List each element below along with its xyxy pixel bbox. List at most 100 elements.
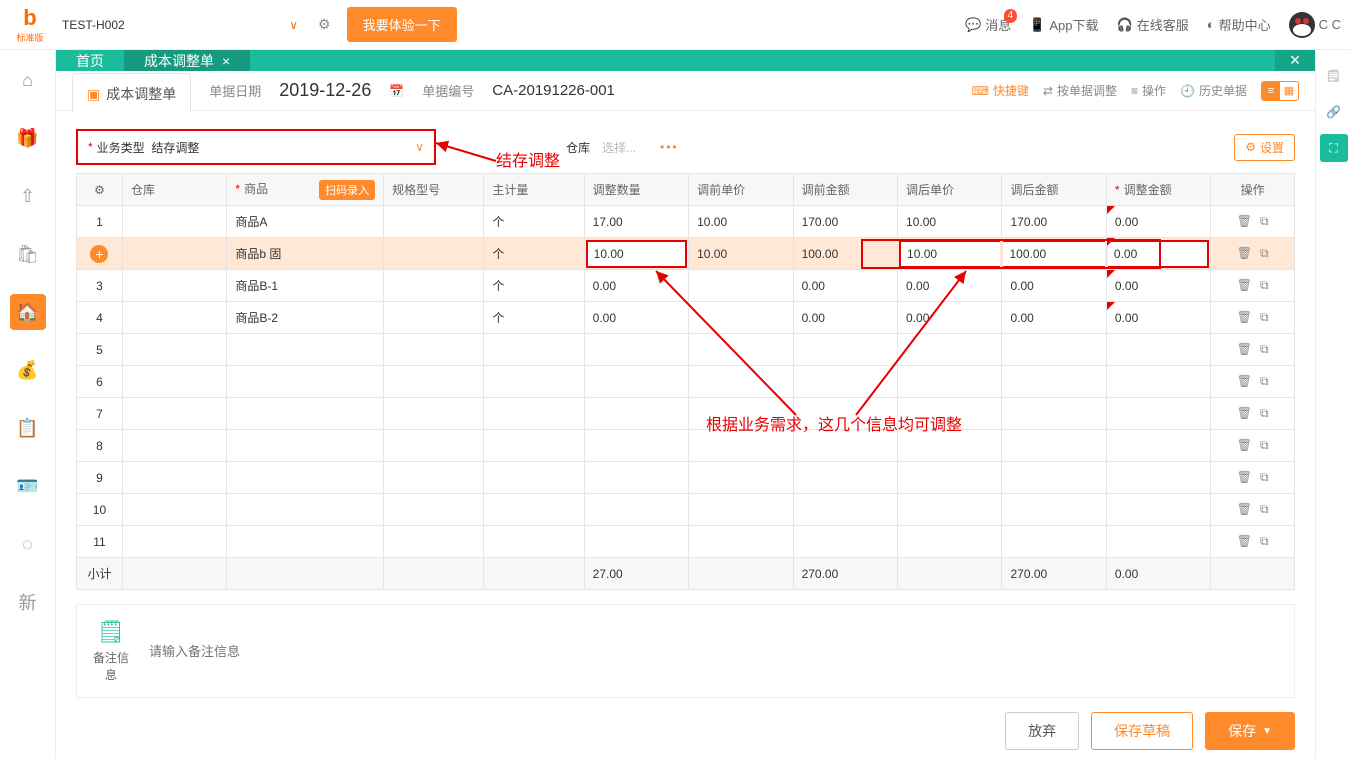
col-spec[interactable]: 规格型号: [384, 174, 484, 206]
col-pre-price[interactable]: 调前单价: [689, 174, 793, 206]
table-row[interactable]: 6🗑⧉: [77, 366, 1295, 398]
cell-qty[interactable]: 0.00: [584, 270, 688, 302]
delete-icon[interactable]: 🗑: [1237, 502, 1252, 517]
cell-pre-amount[interactable]: [793, 334, 897, 366]
cell-pre-amount[interactable]: 0.00: [793, 302, 897, 334]
right-link-icon[interactable]: 🔗: [1320, 98, 1348, 126]
cell-unit[interactable]: 个: [484, 302, 584, 334]
cell-spec[interactable]: [384, 206, 484, 238]
delete-icon[interactable]: 🗑: [1237, 342, 1252, 357]
cell-qty[interactable]: [584, 462, 688, 494]
copy-icon[interactable]: ⧉: [1260, 406, 1269, 421]
delete-icon[interactable]: 🗑: [1237, 214, 1252, 229]
delete-icon[interactable]: 🗑: [1237, 406, 1252, 421]
rail-clipboard-icon[interactable]: 📋: [10, 410, 46, 446]
discard-button[interactable]: 放弃: [1005, 712, 1079, 750]
table-row[interactable]: 10🗑⧉: [77, 494, 1295, 526]
cell-product[interactable]: [227, 366, 384, 398]
table-row[interactable]: 5🗑⧉: [77, 334, 1295, 366]
cell-pre-price[interactable]: [689, 334, 793, 366]
col-pre-amount[interactable]: 调前金额: [793, 174, 897, 206]
copy-icon[interactable]: ⧉: [1260, 502, 1269, 517]
copy-icon[interactable]: ⧉: [1260, 310, 1269, 325]
cell-spec[interactable]: [384, 462, 484, 494]
rail-money-icon[interactable]: 💰: [10, 352, 46, 388]
calendar-icon[interactable]: 📅: [389, 84, 404, 98]
col-post-amount[interactable]: 调后金额: [1002, 174, 1106, 206]
cell-warehouse[interactable]: [122, 366, 226, 398]
cell-pre-price[interactable]: [689, 494, 793, 526]
table-row[interactable]: 1商品A个17.0010.00170.0010.00170.000.00🗑⧉: [77, 206, 1295, 238]
cell-qty[interactable]: [584, 334, 688, 366]
cell-pre-price[interactable]: [689, 430, 793, 462]
cell-post-price[interactable]: 10.00: [898, 238, 1002, 270]
cell-adj-amount[interactable]: [1106, 334, 1210, 366]
cell-warehouse[interactable]: [122, 494, 226, 526]
user-menu[interactable]: C C: [1289, 12, 1341, 38]
cell-unit[interactable]: [484, 494, 584, 526]
cell-spec[interactable]: [384, 366, 484, 398]
cell-spec[interactable]: [384, 430, 484, 462]
copy-icon[interactable]: ⧉: [1260, 438, 1269, 453]
cell-post-price[interactable]: 0.00: [898, 302, 1002, 334]
cell-adj-amount[interactable]: 0.00: [1106, 270, 1210, 302]
cell-adj-amount[interactable]: [1106, 494, 1210, 526]
cell-pre-price[interactable]: [689, 270, 793, 302]
cell-adj-amount[interactable]: 0.00: [1106, 206, 1210, 238]
cell-qty[interactable]: [584, 494, 688, 526]
cell-warehouse[interactable]: [122, 334, 226, 366]
right-note-icon[interactable]: 🗒: [1320, 62, 1348, 90]
cell-warehouse[interactable]: [122, 430, 226, 462]
col-adjust-qty[interactable]: 调整数量: [584, 174, 688, 206]
table-row[interactable]: 3商品B-1个0.000.000.000.000.00🗑⧉: [77, 270, 1295, 302]
col-adjust-amount[interactable]: *调整金额: [1106, 174, 1210, 206]
table-row[interactable]: 7🗑⧉: [77, 398, 1295, 430]
cell-warehouse[interactable]: [122, 206, 226, 238]
cell-pre-price[interactable]: 10.00: [689, 238, 793, 270]
cell-post-amount[interactable]: 170.00: [1002, 206, 1106, 238]
cell-product[interactable]: [227, 494, 384, 526]
save-draft-button[interactable]: 保存草稿: [1091, 712, 1193, 750]
tab-cost-adjust[interactable]: 成本调整单 ×: [124, 50, 250, 71]
cell-pre-amount[interactable]: [793, 526, 897, 558]
remarks-input[interactable]: [149, 644, 1280, 659]
cell-product[interactable]: [227, 462, 384, 494]
copy-icon[interactable]: ⧉: [1260, 534, 1269, 549]
cell-product[interactable]: 商品B-2: [227, 302, 384, 334]
cell-post-price[interactable]: [898, 430, 1002, 462]
delete-icon[interactable]: 🗑: [1237, 374, 1252, 389]
cell-product[interactable]: 商品B-1: [227, 270, 384, 302]
rail-new-icon[interactable]: 新: [10, 584, 46, 620]
cell-pre-price[interactable]: [689, 366, 793, 398]
cell-post-price[interactable]: [898, 462, 1002, 494]
rail-bag-icon[interactable]: 🛍: [10, 236, 46, 272]
messages-link[interactable]: 💬 消息 4: [965, 15, 1011, 34]
close-icon[interactable]: ×: [222, 53, 230, 69]
cell-pre-amount[interactable]: 100.00: [793, 238, 897, 270]
cell-post-amount[interactable]: 100.00: [1002, 238, 1106, 270]
right-expand-icon[interactable]: ⛶: [1320, 134, 1348, 162]
cell-pre-amount[interactable]: [793, 430, 897, 462]
cell-spec[interactable]: [384, 302, 484, 334]
cell-product[interactable]: 商品b 固: [227, 238, 384, 270]
col-post-price[interactable]: 调后单价: [898, 174, 1002, 206]
cell-pre-price[interactable]: 10.00: [689, 206, 793, 238]
rail-gift-icon[interactable]: 🎁: [10, 120, 46, 156]
help-center-link[interactable]: ◐ 帮助中心: [1207, 15, 1271, 34]
cell-unit[interactable]: 个: [484, 270, 584, 302]
cell-post-amount[interactable]: 0.00: [1002, 302, 1106, 334]
cell-adj-amount[interactable]: [1106, 462, 1210, 494]
cell-post-amount[interactable]: [1002, 430, 1106, 462]
online-service-link[interactable]: 🎧 在线客服: [1117, 15, 1189, 34]
delete-icon[interactable]: 🗑: [1237, 470, 1252, 485]
cell-pre-price[interactable]: [689, 462, 793, 494]
cell-adj-amount[interactable]: 0.00: [1106, 302, 1210, 334]
cell-product[interactable]: [227, 398, 384, 430]
cell-pre-amount[interactable]: 0.00: [793, 270, 897, 302]
delete-icon[interactable]: 🗑: [1237, 438, 1252, 453]
cell-unit[interactable]: [484, 462, 584, 494]
app-download-link[interactable]: 📱 App下载: [1029, 15, 1098, 34]
cell-warehouse[interactable]: [122, 526, 226, 558]
table-row[interactable]: 4商品B-2个0.000.000.000.000.00🗑⧉: [77, 302, 1295, 334]
cell-pre-amount[interactable]: 170.00: [793, 206, 897, 238]
